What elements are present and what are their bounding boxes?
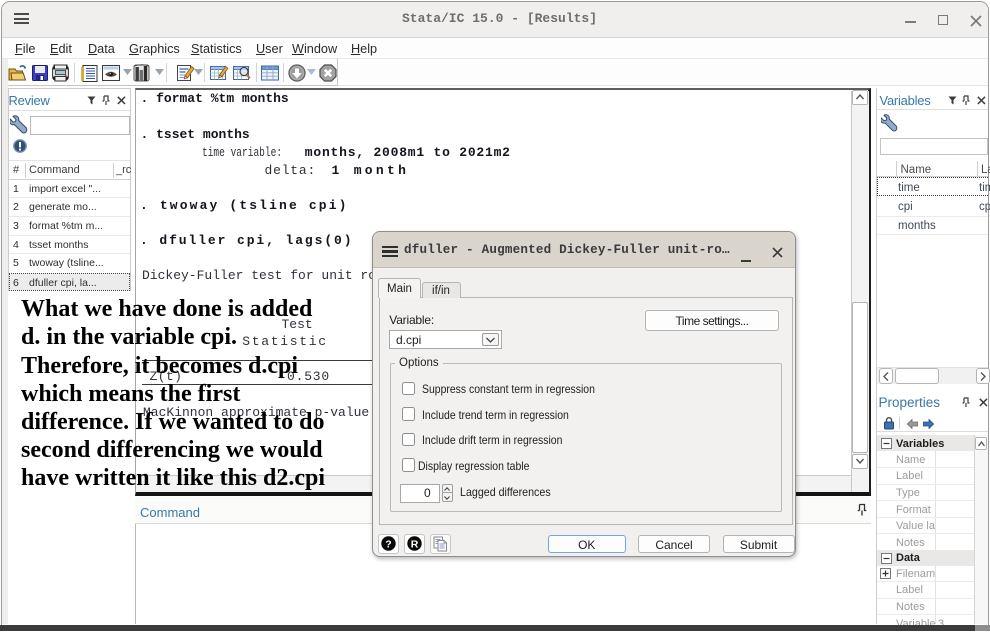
svg-text:R: R <box>410 538 418 550</box>
svg-text:?: ? <box>385 538 391 550</box>
